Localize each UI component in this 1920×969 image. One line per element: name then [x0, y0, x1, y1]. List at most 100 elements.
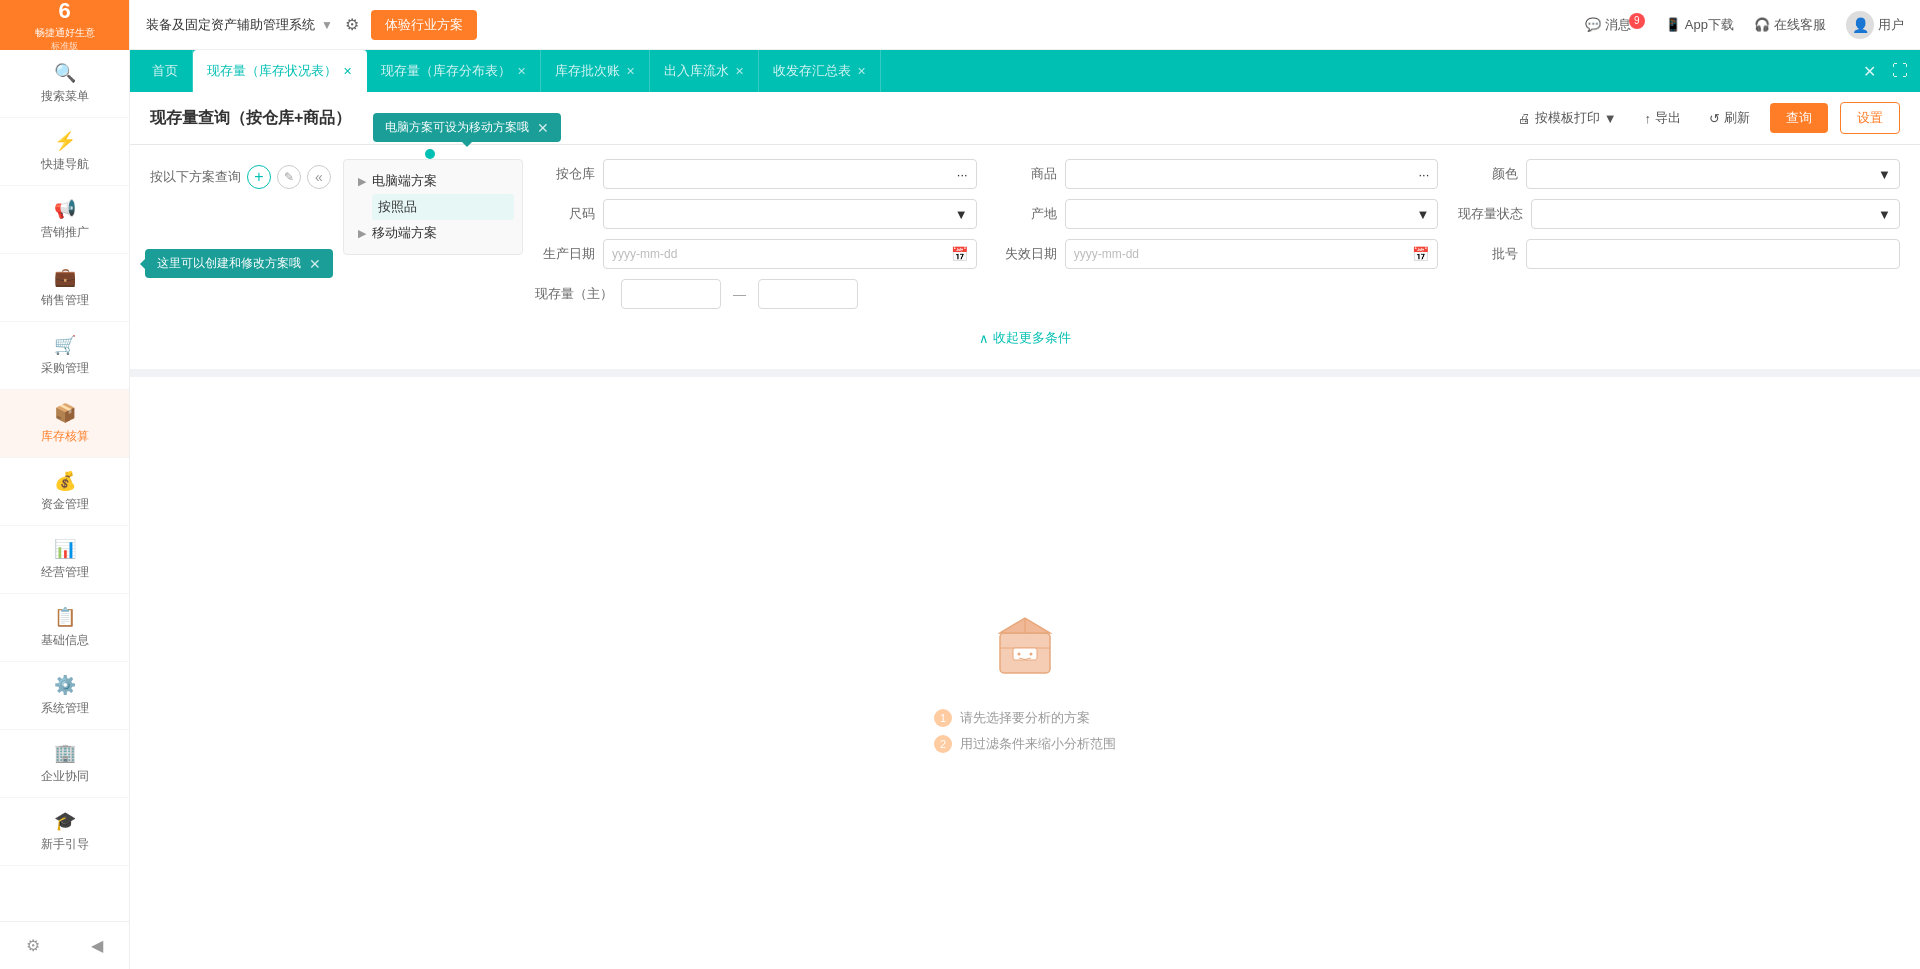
- warehouse-select[interactable]: ···: [603, 159, 977, 189]
- child-scheme-label: 按照品: [378, 198, 417, 216]
- tab-inventory-dist[interactable]: 现存量（库存分布表） ✕: [367, 50, 541, 92]
- color-select[interactable]: ▼: [1526, 159, 1900, 189]
- collapse-btn[interactable]: ∧ 收起更多条件: [150, 321, 1900, 355]
- tip-text-1: 请先选择要分析的方案: [960, 709, 1090, 727]
- settings-btn[interactable]: 设置: [1840, 102, 1900, 134]
- size-chevron-icon: ▼: [955, 207, 968, 222]
- scheme-tree: ▶ 电脑端方案 按照品 ▶ 移动端方案: [343, 159, 523, 255]
- tab-receivable-summary[interactable]: 收发存汇总表 ✕: [759, 50, 881, 92]
- size-select[interactable]: ▼: [603, 199, 977, 229]
- refresh-icon: ↺: [1709, 111, 1720, 126]
- stock-main-field: 现存量（主） —: [535, 279, 858, 309]
- system-icon: ⚙️: [54, 674, 76, 696]
- user-name: 用户: [1878, 16, 1904, 34]
- mobile-scheme-item[interactable]: ▶ 移动端方案: [352, 220, 514, 246]
- sidebar-bottom: ⚙ ◀: [0, 921, 129, 969]
- goods-select[interactable]: ···: [1065, 159, 1439, 189]
- tabbar-right: ✕ ⛶: [1859, 58, 1912, 85]
- purchase-icon: 🛒: [54, 334, 76, 356]
- tab-receivable-summary-label: 收发存汇总表: [773, 62, 851, 80]
- export-btn[interactable]: ↑ 导出: [1637, 105, 1690, 131]
- sidebar-item-finance[interactable]: 💰 资金管理: [0, 458, 129, 526]
- system-selector[interactable]: 装备及固定资产辅助管理系统 ▼: [146, 16, 333, 34]
- production-date-input[interactable]: yyyy-mm-dd 📅: [603, 239, 977, 269]
- empty-illustration: [975, 593, 1075, 693]
- app-download-label: App下载: [1685, 16, 1734, 34]
- message-label: 消息: [1605, 16, 1631, 34]
- svg-rect-4: [1013, 648, 1037, 660]
- stock-status-label: 现存量状态: [1458, 205, 1523, 223]
- expiry-date-input[interactable]: yyyy-mm-dd 📅: [1065, 239, 1439, 269]
- empty-tip-1: 1 请先选择要分析的方案: [934, 709, 1116, 727]
- origin-select[interactable]: ▼: [1065, 199, 1439, 229]
- sidebar-item-sales[interactable]: 💼 销售管理: [0, 254, 129, 322]
- filter-label: 按以下方案查询 + ✎ «: [150, 159, 331, 189]
- batch-label: 批号: [1458, 245, 1518, 263]
- tab-in-out-flow[interactable]: 出入库流水 ✕: [650, 50, 759, 92]
- filter-area: 按以下方案查询 + ✎ « ▶ 电脑端方案: [130, 145, 1920, 369]
- sidebar-item-label: 资金管理: [41, 496, 89, 513]
- sidebar-item-label: 快捷导航: [41, 156, 89, 173]
- app-download-btn[interactable]: 📱 App下载: [1665, 16, 1734, 34]
- quick-icon: ⚡: [54, 130, 76, 152]
- sidebar-collapse-btn[interactable]: ◀: [87, 932, 107, 959]
- logo-text: 畅捷通好生意: [35, 26, 95, 40]
- sidebar-item-label: 基础信息: [41, 632, 89, 649]
- edit-scheme-btn[interactable]: ✎: [277, 165, 301, 189]
- sidebar-item-enterprise[interactable]: 🏢 企业协同: [0, 730, 129, 798]
- tab-close-icon[interactable]: ✕: [626, 65, 635, 78]
- refresh-btn[interactable]: ↺ 刷新: [1701, 105, 1758, 131]
- sidebar-item-quick[interactable]: ⚡ 快捷导航: [0, 118, 129, 186]
- message-btn[interactable]: 💬 消息 9: [1585, 16, 1645, 34]
- tooltip1-close-btn[interactable]: ✕: [537, 120, 549, 136]
- size-label: 尺码: [535, 205, 595, 223]
- tab-home[interactable]: 首页: [138, 50, 193, 92]
- sidebar-item-label: 企业协同: [41, 768, 89, 785]
- tab-close-all-btn[interactable]: ✕: [1859, 58, 1880, 85]
- desktop-scheme-child[interactable]: 按照品: [372, 194, 514, 220]
- batch-input[interactable]: [1526, 239, 1900, 269]
- tab-fullscreen-btn[interactable]: ⛶: [1888, 58, 1912, 84]
- production-date-field: 生产日期 yyyy-mm-dd 📅: [535, 239, 977, 269]
- origin-label: 产地: [997, 205, 1057, 223]
- sidebar-item-operations[interactable]: 📊 经营管理: [0, 526, 129, 594]
- sidebar-item-purchase[interactable]: 🛒 采购管理: [0, 322, 129, 390]
- collapse-chevron-icon: ∧: [979, 331, 989, 346]
- desktop-scheme-item[interactable]: ▶ 电脑端方案: [352, 168, 514, 194]
- tip-num-1: 1: [934, 709, 952, 727]
- export-label: 导出: [1655, 109, 1681, 127]
- sidebar-item-system[interactable]: ⚙️ 系统管理: [0, 662, 129, 730]
- print-btn[interactable]: 🖨 按模板打印 ▼: [1510, 105, 1625, 131]
- goods-dots-icon: ···: [1418, 167, 1429, 182]
- tooltip2-close-btn[interactable]: ✕: [309, 256, 321, 272]
- tab-close-icon[interactable]: ✕: [517, 65, 526, 78]
- stock-main-from-input[interactable]: [621, 279, 721, 309]
- main-content: 装备及固定资产辅助管理系统 ▼ ⚙ 体验行业方案 💬 消息 9 📱 App下载 …: [130, 0, 1920, 969]
- tab-batch-ledger[interactable]: 库存批次账 ✕: [541, 50, 650, 92]
- sidebar-item-search[interactable]: 🔍 搜索菜单: [0, 50, 129, 118]
- desktop-scheme-label: 电脑端方案: [372, 172, 437, 190]
- sidebar-item-marketing[interactable]: 📢 营销推广: [0, 186, 129, 254]
- online-service-btn[interactable]: 🎧 在线客服: [1754, 16, 1826, 34]
- sidebar-settings-btn[interactable]: ⚙: [22, 932, 44, 959]
- tab-in-out-flow-label: 出入库流水: [664, 62, 729, 80]
- sidebar-item-guide[interactable]: 🎓 新手引导: [0, 798, 129, 866]
- tab-inventory-status[interactable]: 现存量（库存状况表） ✕: [193, 50, 367, 92]
- stock-main-to-input[interactable]: [758, 279, 858, 309]
- prev-scheme-btn[interactable]: «: [307, 165, 331, 189]
- tab-close-icon[interactable]: ✕: [857, 65, 866, 78]
- user-profile-btn[interactable]: 👤 用户: [1846, 11, 1904, 39]
- tab-inventory-status-label: 现存量（库存状况表）: [207, 62, 337, 80]
- stock-status-select[interactable]: ▼: [1531, 199, 1900, 229]
- add-scheme-btn[interactable]: +: [247, 165, 271, 189]
- sidebar-item-basic[interactable]: 📋 基础信息: [0, 594, 129, 662]
- tooltip-scheme-2: 这里可以创建和修改方案哦 ✕: [145, 249, 333, 278]
- trial-btn[interactable]: 体验行业方案: [371, 10, 477, 40]
- sidebar-item-inventory[interactable]: 📦 库存核算: [0, 390, 129, 458]
- topbar-settings-btn[interactable]: ⚙: [345, 15, 359, 34]
- production-date-label: 生产日期: [535, 245, 595, 263]
- search-btn[interactable]: 查询: [1770, 103, 1828, 133]
- tab-close-icon[interactable]: ✕: [343, 65, 352, 78]
- tab-close-icon[interactable]: ✕: [735, 65, 744, 78]
- tooltip-scheme-1: 电脑方案可设为移动方案哦 ✕: [373, 113, 561, 142]
